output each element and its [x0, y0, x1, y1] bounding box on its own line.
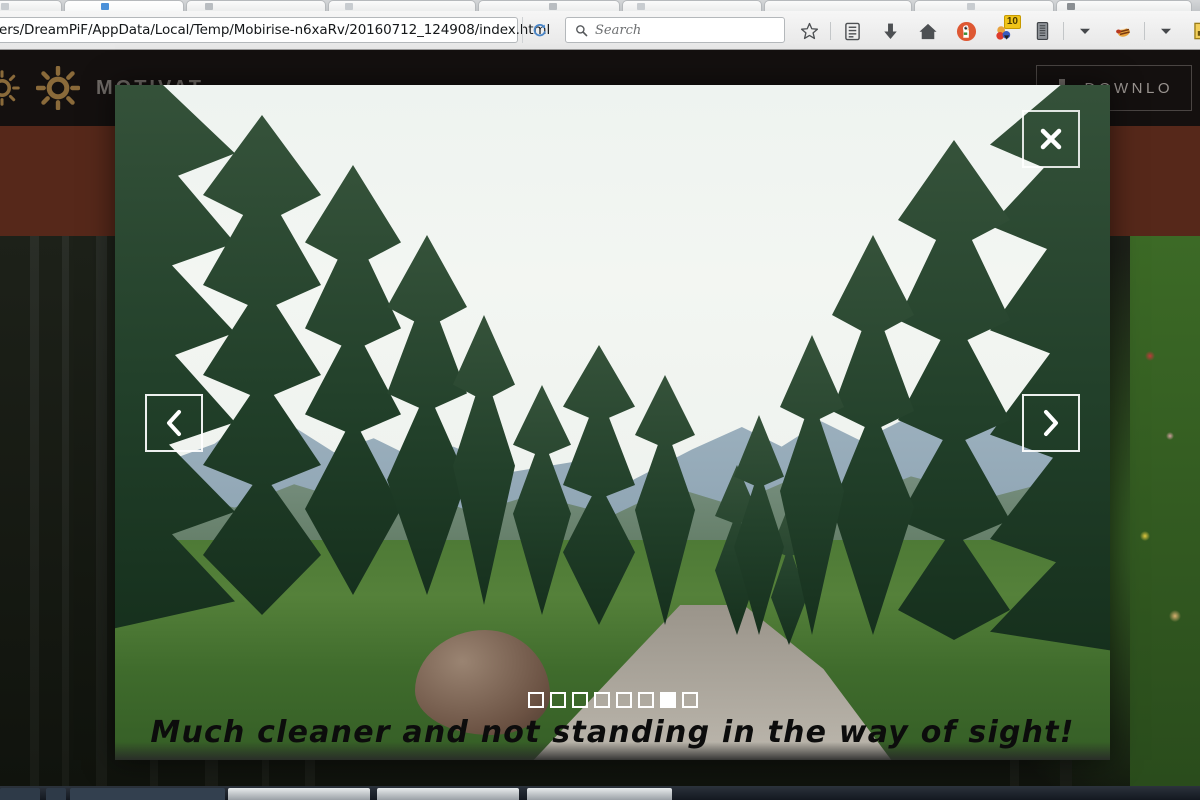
close-button[interactable]	[1022, 110, 1080, 168]
tab-favicon	[1, 3, 9, 10]
browser-tab[interactable]	[0, 0, 62, 11]
toolbar-divider	[1063, 22, 1064, 40]
photo-conifer	[203, 115, 321, 615]
browser-tab[interactable]	[328, 0, 476, 11]
search-placeholder: Search	[595, 22, 642, 38]
browser-tab[interactable]	[622, 0, 762, 11]
toolbar-divider	[1144, 22, 1145, 40]
tab-favicon	[549, 3, 557, 10]
browser-tab[interactable]	[478, 0, 620, 11]
browser-tabstrip[interactable]	[0, 0, 1200, 11]
next-slide-button[interactable]	[1022, 393, 1080, 452]
chart-meter-icon[interactable]	[1185, 19, 1200, 43]
taskbar-item-2[interactable]	[46, 788, 66, 800]
tab-favicon	[345, 3, 353, 10]
bee-addon-icon[interactable]	[1104, 19, 1142, 43]
bookmark-star-icon[interactable]	[790, 19, 828, 43]
lightbox-photo	[115, 85, 1110, 760]
chevron-right-icon	[1044, 409, 1058, 436]
chevron-down-icon[interactable]	[1066, 19, 1104, 43]
chevron-left-icon	[167, 409, 181, 436]
address-bar-text: ers/DreamPiF/AppData/Local/Temp/Mobirise…	[0, 22, 551, 38]
browser-tab[interactable]	[186, 0, 326, 11]
taskbar-item-1[interactable]	[0, 788, 40, 800]
toolbar-divider	[830, 22, 831, 40]
reload-icon	[533, 23, 546, 36]
extension-balls-icon[interactable]: 10	[985, 15, 1023, 43]
close-icon	[1040, 128, 1062, 150]
screen: ers/DreamPiF/AppData/Local/Temp/Mobirise…	[0, 0, 1200, 800]
tab-favicon	[967, 3, 975, 10]
browser-tab[interactable]	[764, 0, 923, 11]
tab-favicon	[205, 3, 213, 10]
search-icon	[576, 24, 588, 36]
tab-favicon	[1067, 3, 1075, 10]
taskbar-item-4[interactable]	[228, 788, 370, 800]
home-icon[interactable]	[909, 19, 947, 43]
prev-slide-button[interactable]	[145, 393, 203, 452]
reader-list-icon[interactable]	[833, 19, 871, 43]
taskbar-item-3[interactable]	[70, 788, 225, 800]
search-input[interactable]: Search	[565, 17, 785, 43]
downloads-arrow-icon[interactable]	[871, 19, 909, 43]
lightbox-caption: Much cleaner and not standing in the way…	[150, 714, 1075, 750]
browser-tab[interactable]	[914, 0, 1054, 11]
taskbar-item-5[interactable]	[377, 788, 519, 800]
sun-icon	[0, 70, 20, 106]
server-tower-icon[interactable]	[1023, 19, 1061, 43]
tab-favicon	[637, 3, 645, 10]
browser-navbar: ers/DreamPiF/AppData/Local/Temp/Mobirise…	[0, 11, 1200, 50]
extension-badge-count: 10	[1003, 15, 1021, 29]
duckduckgo-icon[interactable]	[947, 19, 985, 43]
address-bar[interactable]: ers/DreamPiF/AppData/Local/Temp/Mobirise…	[0, 17, 550, 43]
browser-tab[interactable]	[64, 0, 184, 11]
browser-tab[interactable]	[1056, 0, 1192, 11]
browser-toolbar-icons: 10	[790, 15, 1200, 43]
windows-taskbar[interactable]	[0, 786, 1200, 800]
chevron-down-icon-2[interactable]	[1147, 19, 1185, 43]
sun-icon-primary	[36, 66, 80, 110]
lightbox-modal: Much cleaner and not standing in the way…	[115, 85, 1110, 760]
site-flower-strip	[1130, 236, 1200, 786]
reload-button[interactable]	[522, 17, 556, 43]
taskbar-item-6[interactable]	[527, 788, 672, 800]
tab-favicon	[101, 3, 109, 10]
